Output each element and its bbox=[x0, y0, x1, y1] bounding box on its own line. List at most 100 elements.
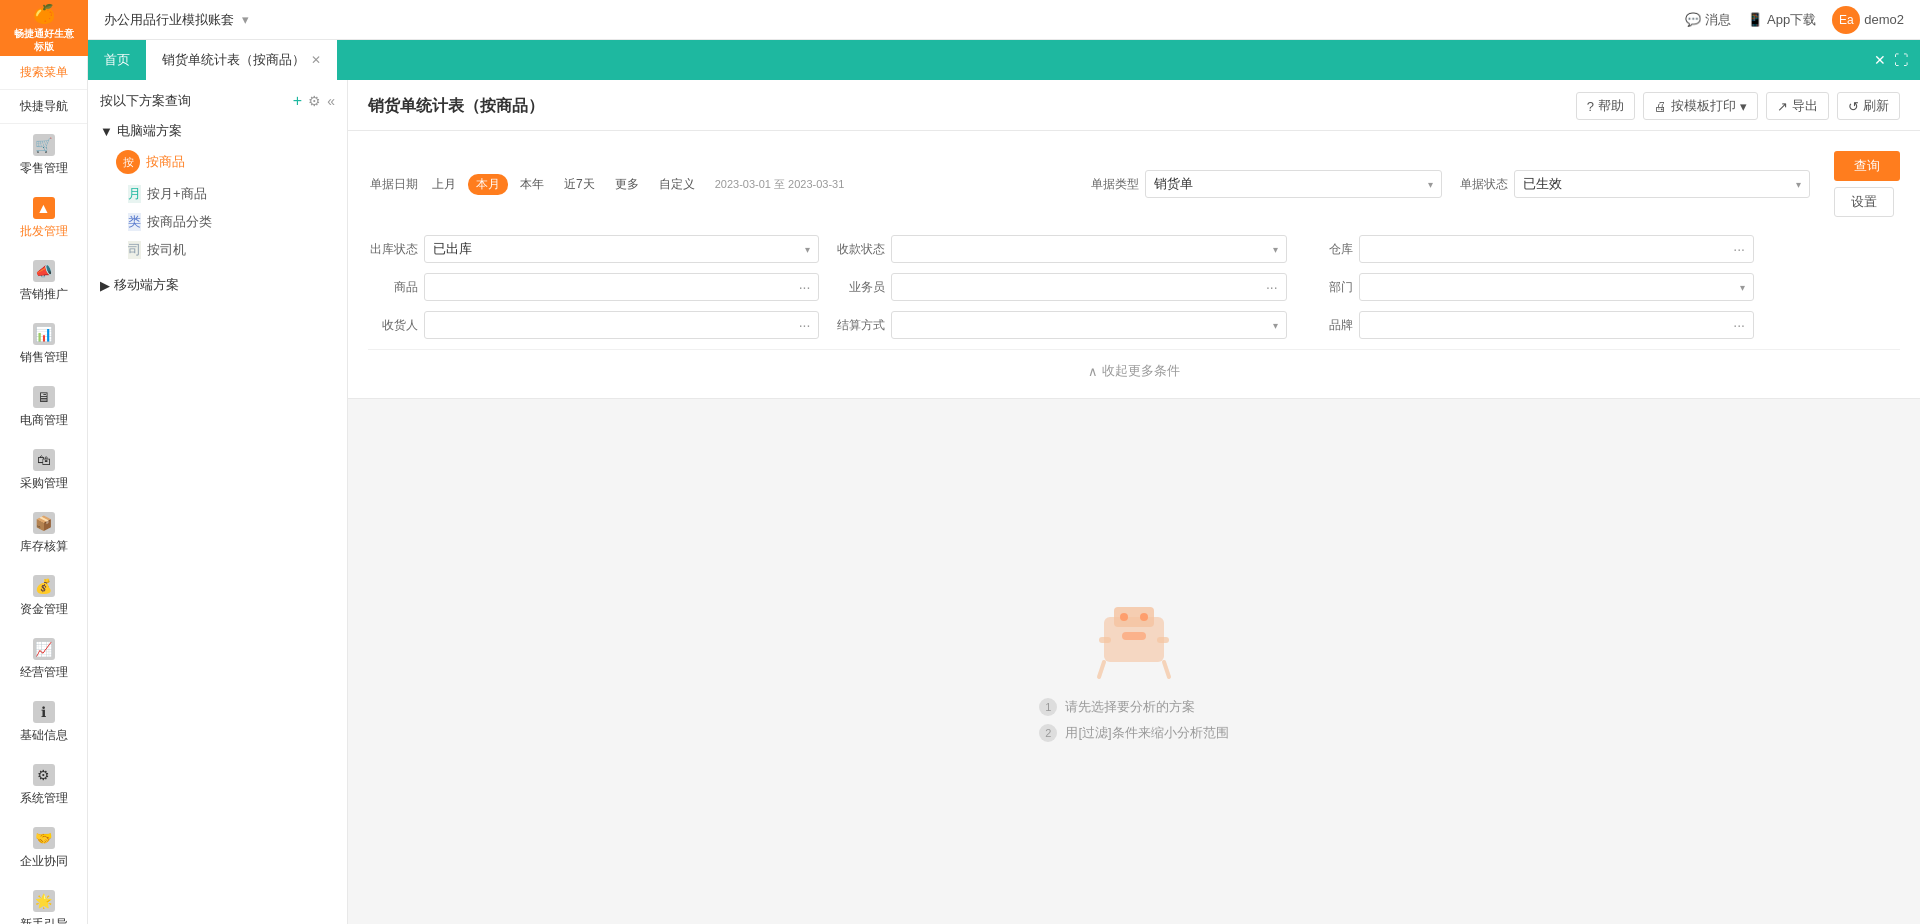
doc-type-control[interactable]: 销货单 ▾ bbox=[1145, 170, 1442, 198]
mobile-section-arrow: ▶ bbox=[100, 278, 110, 293]
date-tab-7days[interactable]: 近7天 bbox=[556, 174, 603, 195]
product-control[interactable]: ··· bbox=[424, 273, 819, 301]
app-download-btn[interactable]: 📱 App下载 bbox=[1747, 11, 1816, 29]
help-btn[interactable]: ? 帮助 bbox=[1576, 92, 1635, 120]
settlement-control[interactable]: ▾ bbox=[891, 311, 1286, 339]
main-area: 办公用品行业模拟账套 ▾ 💬 消息 📱 App下载 Ea demo2 首页 销货… bbox=[88, 0, 1920, 924]
receiver-control[interactable]: ··· bbox=[424, 311, 819, 339]
empty-state: 1 请先选择要分析的方案 2 用[过滤]条件来缩小分析范围 bbox=[348, 399, 1920, 924]
collection-status-control[interactable]: ▾ bbox=[891, 235, 1286, 263]
filter-out-status: 出库状态 已出库 ▾ bbox=[368, 235, 819, 263]
doc-status-dropdown-icon: ▾ bbox=[1796, 179, 1801, 190]
collapse-panel-btn[interactable]: « bbox=[327, 93, 335, 109]
sidebar-item-marketing[interactable]: 📣 营销推广 bbox=[0, 250, 88, 313]
salesman-dots-icon: ··· bbox=[1266, 279, 1278, 295]
sidebar-item-wholesale[interactable]: ▲ 批发管理 bbox=[0, 187, 88, 250]
sidebar-item-enterprise[interactable]: 🤝 企业协同 bbox=[0, 817, 88, 880]
operations-icon: 📈 bbox=[33, 638, 55, 660]
export-icon: ↗ bbox=[1777, 99, 1788, 114]
date-tab-this-month[interactable]: 本月 bbox=[468, 174, 508, 195]
sidebar-item-ecommerce[interactable]: 🖥 电商管理 bbox=[0, 376, 88, 439]
date-tab-more[interactable]: 更多 bbox=[607, 174, 647, 195]
sidebar-item-sales[interactable]: 📊 销售管理 bbox=[0, 313, 88, 376]
sidebar-item-newbie[interactable]: 🌟 新手引导 bbox=[0, 880, 88, 924]
retail-icon: 🛒 bbox=[33, 134, 55, 156]
industry-label: 办公用品行业模拟账套 ▾ bbox=[104, 11, 249, 29]
search-menu[interactable]: 搜索菜单 bbox=[0, 56, 87, 90]
mobile-section-label: 移动端方案 bbox=[114, 276, 179, 294]
sidebar-item-system[interactable]: ⚙ 系统管理 bbox=[0, 754, 88, 817]
sidebar-item-finance[interactable]: 💰 资金管理 bbox=[0, 565, 88, 628]
tree-item-by-product[interactable]: 按 按商品 bbox=[88, 144, 347, 180]
newbie-icon: 🌟 bbox=[33, 890, 55, 912]
message-btn[interactable]: 💬 消息 bbox=[1685, 11, 1731, 29]
tree-item-by-category[interactable]: 类 按商品分类 bbox=[88, 208, 347, 236]
tab-home[interactable]: 首页 bbox=[88, 40, 146, 80]
sidebar-item-retail[interactable]: 🛒 零售管理 bbox=[0, 124, 88, 187]
query-button[interactable]: 查询 bbox=[1834, 151, 1900, 181]
mobile-section-title[interactable]: ▶ 移动端方案 bbox=[88, 272, 347, 298]
department-dropdown-icon: ▾ bbox=[1740, 282, 1745, 293]
export-btn[interactable]: ↗ 导出 bbox=[1766, 92, 1829, 120]
svg-rect-6 bbox=[1157, 637, 1169, 643]
svg-rect-5 bbox=[1099, 637, 1111, 643]
system-icon: ⚙ bbox=[33, 764, 55, 786]
tab-close-icon[interactable]: ✕ bbox=[311, 53, 321, 67]
panel-header-actions: + ⚙ « bbox=[293, 92, 335, 110]
tab-controls: ✕ ⛶ bbox=[1874, 52, 1920, 68]
panel-header-label: 按以下方案查询 bbox=[100, 92, 191, 110]
svg-point-2 bbox=[1120, 613, 1128, 621]
sidebar-item-operations[interactable]: 📈 经营管理 bbox=[0, 628, 88, 691]
salesman-control[interactable]: ··· bbox=[891, 273, 1286, 301]
refresh-btn[interactable]: ↺ 刷新 bbox=[1837, 92, 1900, 120]
date-tab-custom[interactable]: 自定义 bbox=[651, 174, 703, 195]
warehouse-dots-icon: ··· bbox=[1733, 241, 1745, 257]
svg-line-8 bbox=[1164, 662, 1169, 677]
collapse-up-icon: ∧ bbox=[1088, 364, 1098, 379]
date-tab-this-year[interactable]: 本年 bbox=[512, 174, 552, 195]
settings-button[interactable]: 设置 bbox=[1834, 187, 1894, 217]
print-dropdown-icon: ▾ bbox=[1740, 99, 1747, 114]
quick-nav[interactable]: 快捷导航 bbox=[0, 90, 87, 124]
receiver-dots-icon: ··· bbox=[799, 317, 811, 333]
hint-1: 1 请先选择要分析的方案 bbox=[1039, 698, 1228, 716]
page-header-actions: ? 帮助 🖨 按模板打印 ▾ ↗ 导出 ↺ bbox=[1576, 92, 1900, 120]
date-tab-last-month[interactable]: 上月 bbox=[424, 174, 464, 195]
out-status-control[interactable]: 已出库 ▾ bbox=[424, 235, 819, 263]
window-maximize-icon[interactable]: ⛶ bbox=[1894, 52, 1908, 68]
window-close-icon[interactable]: ✕ bbox=[1874, 52, 1886, 68]
desktop-section-title[interactable]: ▼ 电脑端方案 bbox=[88, 118, 347, 144]
by-cashier-icon: 司 bbox=[128, 241, 141, 259]
date-range-label: 2023-03-01 至 2023-03-31 bbox=[715, 177, 845, 192]
collapse-btn[interactable]: ∧ 收起更多条件 bbox=[1082, 356, 1186, 386]
by-product-circle: 按 bbox=[116, 150, 140, 174]
filter-doc-status: 单据状态 已生效 ▾ bbox=[1458, 170, 1811, 198]
tree-item-by-month-product[interactable]: 月 按月+商品 bbox=[88, 180, 347, 208]
title-row: 销货单统计表（按商品） ? 帮助 🖨 按模板打印 ▾ ↗ bbox=[368, 92, 1900, 130]
filter-receiver: 收货人 ··· bbox=[368, 311, 819, 339]
sidebar-item-purchase[interactable]: 🛍 采购管理 bbox=[0, 439, 88, 502]
filter-brand: 品牌 ··· bbox=[1303, 311, 1754, 339]
tree-item-by-cashier[interactable]: 司 按司机 bbox=[88, 236, 347, 264]
doc-type-dropdown-icon: ▾ bbox=[1428, 179, 1433, 190]
add-scheme-btn[interactable]: + bbox=[293, 92, 302, 110]
department-control[interactable]: ▾ bbox=[1359, 273, 1754, 301]
sidebar-item-basic[interactable]: ℹ 基础信息 bbox=[0, 691, 88, 754]
dropdown-arrow-icon[interactable]: ▾ bbox=[242, 12, 249, 27]
tab-report[interactable]: 销货单统计表（按商品） ✕ bbox=[146, 40, 337, 80]
by-category-icon: 类 bbox=[128, 213, 141, 231]
warehouse-control[interactable]: ··· bbox=[1359, 235, 1754, 263]
svg-line-7 bbox=[1099, 662, 1104, 677]
user-avatar-btn[interactable]: Ea demo2 bbox=[1832, 6, 1904, 34]
doc-status-control[interactable]: 已生效 ▾ bbox=[1514, 170, 1811, 198]
help-icon: ? bbox=[1587, 99, 1594, 114]
brand-control[interactable]: ··· bbox=[1359, 311, 1754, 339]
message-icon: 💬 bbox=[1685, 12, 1701, 27]
filter-row-4: 收货人 ··· 结算方式 ▾ 品牌 bbox=[368, 311, 1900, 339]
sidebar-item-inventory[interactable]: 📦 库存核算 bbox=[0, 502, 88, 565]
settings-scheme-btn[interactable]: ⚙ bbox=[308, 93, 321, 109]
avatar: Ea bbox=[1832, 6, 1860, 34]
print-btn[interactable]: 🖨 按模板打印 ▾ bbox=[1643, 92, 1758, 120]
out-status-dropdown-icon: ▾ bbox=[805, 244, 810, 255]
logo-line2: 标版 bbox=[14, 40, 74, 53]
